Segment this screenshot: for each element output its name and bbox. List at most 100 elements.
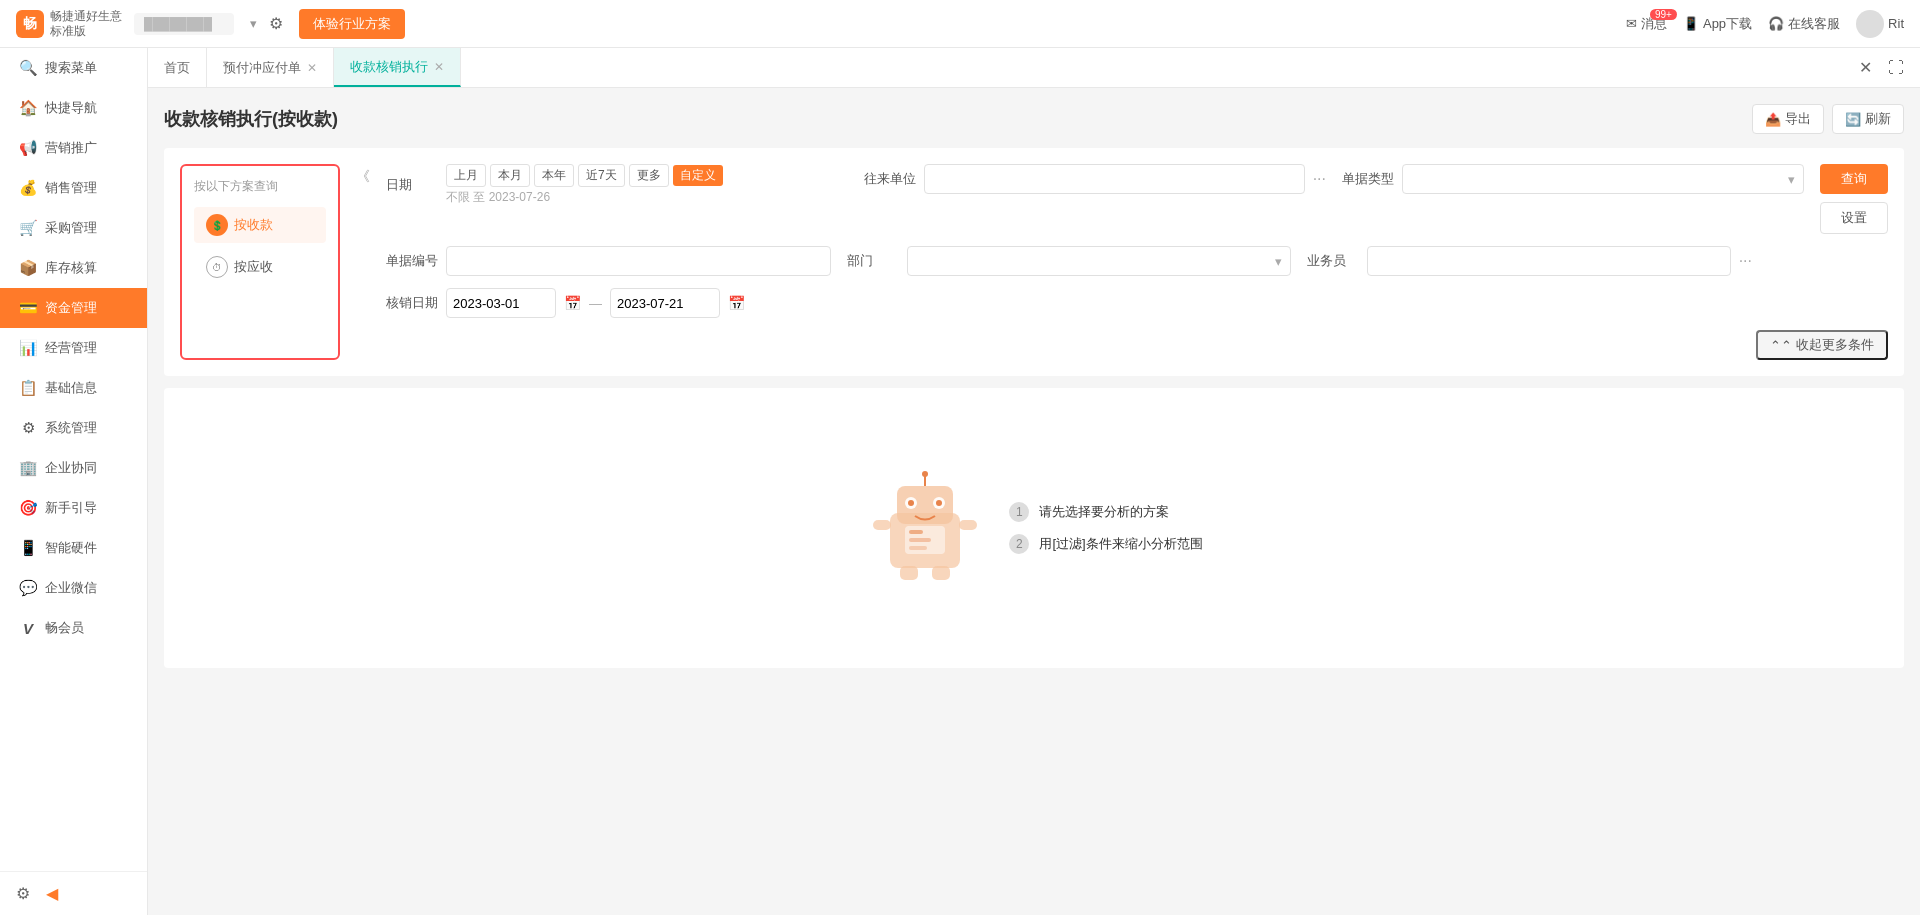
filter-option-by-receipt[interactable]: 💲 按收款 (194, 207, 326, 243)
online-support-button[interactable]: 🎧 在线客服 (1768, 15, 1840, 33)
dept-label: 部门 (847, 252, 899, 270)
filter-fields: 日期 上月 本月 本年 近7天 更多 自定义 不限 至 (386, 164, 1888, 360)
svg-rect-13 (909, 530, 923, 534)
gear-icon[interactable]: ⚙ (269, 14, 283, 33)
sidebar-item-inventory[interactable]: 📦 库存核算 (0, 248, 147, 288)
tab-receipt-verify-close-icon[interactable]: ✕ (434, 60, 444, 74)
empty-tip-2: 2 用[过滤]条件来缩小分析范围 (1009, 534, 1202, 554)
sidebar-item-hardware[interactable]: 📱 智能硬件 (0, 528, 147, 568)
doc-type-field: 单据类型 ▾ (1342, 164, 1804, 194)
date-this-year-button[interactable]: 本年 (534, 164, 574, 187)
sidebar-bottom: ⚙ ◀ (0, 871, 147, 915)
doc-type-label: 单据类型 (1342, 170, 1394, 188)
collapse-more-button[interactable]: ⌃⌃ 收起更多条件 (1756, 330, 1888, 360)
collapse-more-row: ⌃⌃ 收起更多条件 (386, 330, 1888, 360)
dept-field: 部门 ▾ (847, 246, 1292, 276)
finance-icon: 💳 (19, 299, 37, 317)
tab-prepay-close-icon[interactable]: ✕ (307, 61, 317, 75)
filter-option-by-receivable[interactable]: ⏱ 按应收 (194, 249, 326, 285)
staff-dots-icon[interactable]: ··· (1739, 252, 1752, 270)
guide-icon: 🎯 (19, 499, 37, 517)
verify-date-label: 核销日期 (386, 294, 438, 312)
query-button[interactable]: 查询 (1820, 164, 1888, 194)
setting-button[interactable]: 设置 (1820, 202, 1888, 234)
tab-close-all-icon[interactable]: ✕ (1855, 54, 1876, 81)
verify-date-start-calendar-icon[interactable]: 📅 (564, 295, 581, 311)
user-profile[interactable]: Rit (1856, 10, 1904, 38)
date-range-dash: — (589, 296, 602, 311)
export-button[interactable]: 📤 导出 (1752, 104, 1824, 134)
app-download-button[interactable]: 📱 App下载 (1683, 15, 1752, 33)
partner-input[interactable] (924, 164, 1305, 194)
logo: 畅 畅捷通好生意 标准版 (16, 9, 122, 38)
date-this-month-button[interactable]: 本月 (490, 164, 530, 187)
messages-button[interactable]: ✉ 消息 99+ (1626, 15, 1667, 33)
main-layout: 🔍 搜索菜单 🏠 快捷导航 📢 营销推广 💰 销售管理 🛒 采购管理 📦 库存核… (0, 48, 1920, 915)
member-icon: V (19, 620, 37, 637)
solution-button[interactable]: 体验行业方案 (299, 9, 405, 39)
partner-field: 往来单位 ··· (864, 164, 1326, 194)
filter-panel-title: 按以下方案查询 (194, 178, 326, 195)
empty-tips: 1 请先选择要分析的方案 2 用[过滤]条件来缩小分析范围 (1009, 502, 1202, 554)
svg-rect-8 (873, 520, 891, 530)
sidebar-item-member[interactable]: V 畅会员 (0, 608, 147, 648)
sidebar-item-finance[interactable]: 💳 资金管理 (0, 288, 147, 328)
page-content: 收款核销执行(按收款) 📤 导出 🔄 刷新 按以下方案查询 (148, 88, 1920, 915)
avatar (1856, 10, 1884, 38)
date-custom-button[interactable]: 自定义 (673, 165, 723, 186)
sidebar-item-operation[interactable]: 📊 经营管理 (0, 328, 147, 368)
tab-prepay[interactable]: 预付冲应付单 ✕ (207, 48, 334, 87)
message-icon: ✉ (1626, 16, 1637, 31)
sidebar-item-marketing[interactable]: 📢 营销推广 (0, 128, 147, 168)
empty-state: 1 请先选择要分析的方案 2 用[过滤]条件来缩小分析范围 (164, 388, 1904, 668)
empty-state-illustration (865, 468, 985, 588)
sidebar-item-sales[interactable]: 💰 销售管理 (0, 168, 147, 208)
filter-row-2: 单据编号 部门 ▾ 业务员 (386, 246, 1888, 276)
doc-no-label: 单据编号 (386, 252, 438, 270)
sidebar-item-basic-info[interactable]: 📋 基础信息 (0, 368, 147, 408)
sidebar-item-system[interactable]: ⚙ 系统管理 (0, 408, 147, 448)
sidebar-item-quick-nav[interactable]: 🏠 快捷导航 (0, 88, 147, 128)
logo-text: 畅捷通好生意 标准版 (50, 9, 122, 38)
verify-date-start-input[interactable] (446, 288, 556, 318)
sidebar-item-search-menu[interactable]: 🔍 搜索菜单 (0, 48, 147, 88)
date-7days-button[interactable]: 近7天 (578, 164, 625, 187)
filter-left-panel: 按以下方案查询 💲 按收款 ⏱ 按应收 (180, 164, 340, 360)
message-badge: 99+ (1650, 9, 1677, 20)
doc-no-input[interactable] (446, 246, 831, 276)
company-chevron-icon[interactable]: ▾ (250, 16, 257, 31)
sidebar-item-guide[interactable]: 🎯 新手引导 (0, 488, 147, 528)
hardware-icon: 📱 (19, 539, 37, 557)
staff-label: 业务员 (1307, 252, 1359, 270)
sidebar-collapse-button[interactable]: ◀ (46, 884, 58, 903)
sidebar-item-wechat[interactable]: 💬 企业微信 (0, 568, 147, 608)
sidebar: 🔍 搜索菜单 🏠 快捷导航 📢 营销推广 💰 销售管理 🛒 采购管理 📦 库存核… (0, 48, 148, 915)
date-label: 日期 (386, 176, 438, 194)
tab-receipt-verify[interactable]: 收款核销执行 ✕ (334, 48, 461, 87)
staff-input[interactable] (1367, 246, 1730, 276)
sidebar-settings-icon[interactable]: ⚙ (16, 884, 30, 903)
verify-date-row: 核销日期 📅 — 📅 (386, 288, 1888, 318)
refresh-icon: 🔄 (1845, 112, 1861, 127)
date-last-month-button[interactable]: 上月 (446, 164, 486, 187)
dept-select[interactable]: ▾ (907, 246, 1292, 276)
tip-1-number: 1 (1009, 502, 1029, 522)
date-more-button[interactable]: 更多 (629, 164, 669, 187)
home-icon: 🏠 (19, 99, 37, 117)
search-menu-icon: 🔍 (19, 59, 37, 77)
tab-home[interactable]: 首页 (148, 48, 207, 87)
sales-icon: 💰 (19, 179, 37, 197)
tab-expand-icon[interactable]: ⛶ (1884, 55, 1908, 81)
sidebar-item-purchase[interactable]: 🛒 采购管理 (0, 208, 147, 248)
verify-date-end-calendar-icon[interactable]: 📅 (728, 295, 745, 311)
enterprise-icon: 🏢 (19, 459, 37, 477)
verify-date-end-input[interactable] (610, 288, 720, 318)
refresh-button[interactable]: 🔄 刷新 (1832, 104, 1904, 134)
svg-rect-14 (909, 538, 931, 542)
collapse-left-panel-button[interactable]: 《 (356, 164, 370, 186)
sidebar-item-enterprise[interactable]: 🏢 企业协同 (0, 448, 147, 488)
filter-panel: 按以下方案查询 💲 按收款 ⏱ 按应收 《 (164, 148, 1904, 376)
doc-type-select[interactable]: ▾ (1402, 164, 1804, 194)
partner-dots-icon[interactable]: ··· (1313, 170, 1326, 188)
company-selector[interactable]: ████████ (134, 13, 234, 35)
